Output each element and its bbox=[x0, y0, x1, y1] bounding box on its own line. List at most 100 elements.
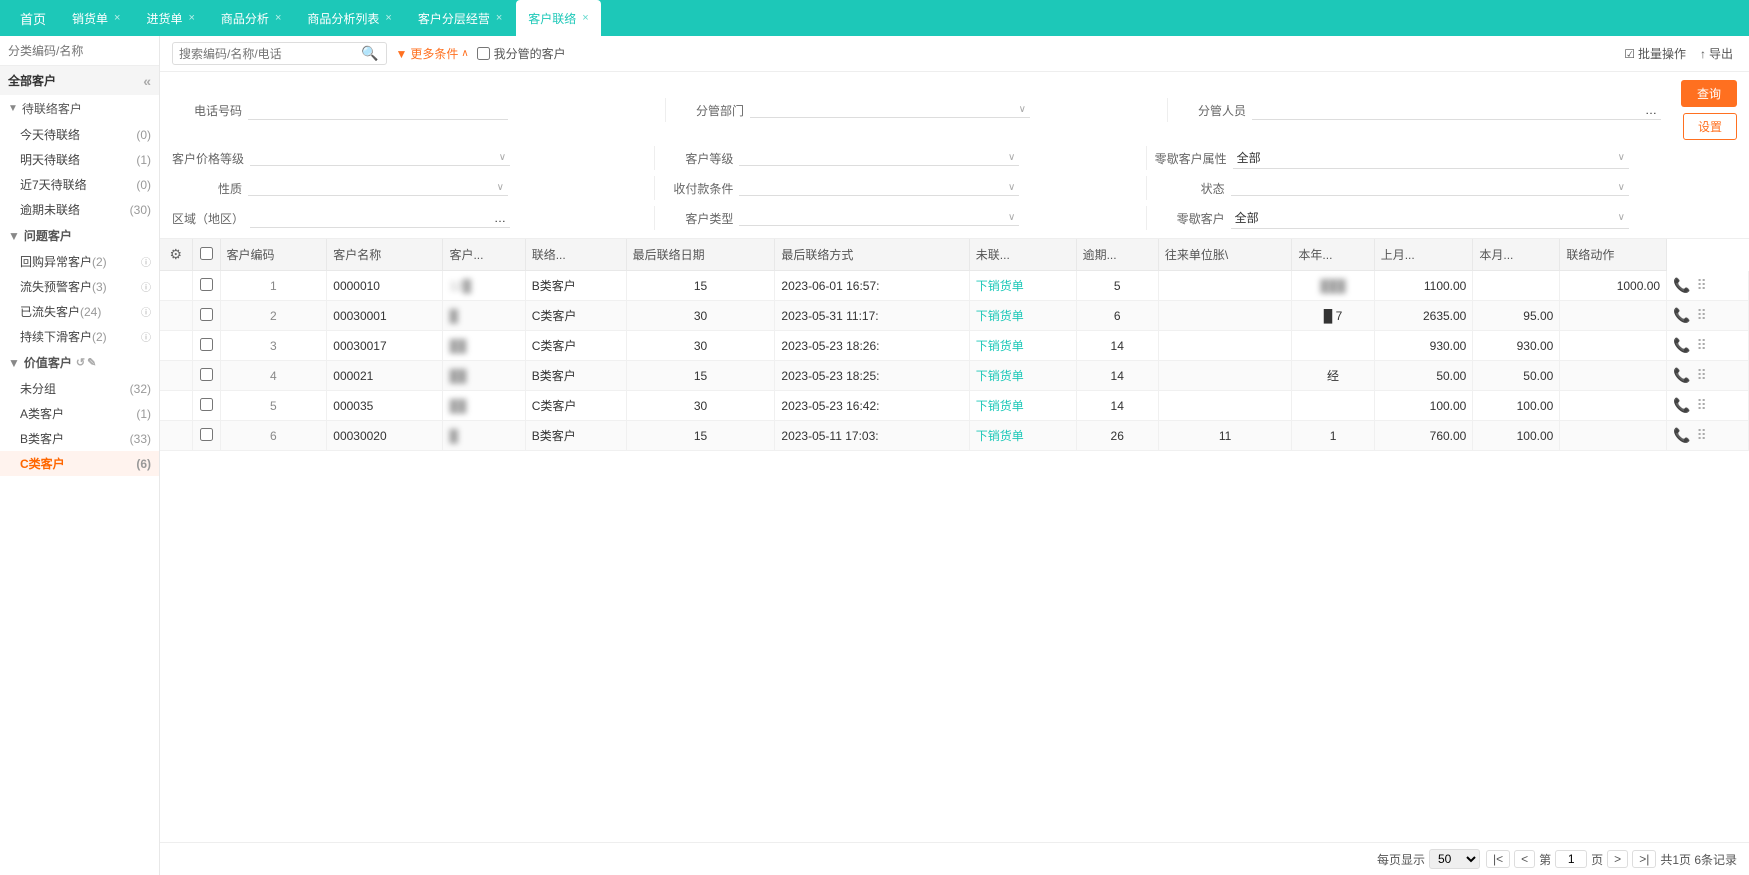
th-checkbox[interactable] bbox=[192, 239, 220, 271]
sidebar-item-declining[interactable]: 持续下滑客户(2) ⓘ bbox=[0, 324, 159, 349]
customer-type-select[interactable]: ∨ bbox=[739, 210, 1019, 226]
row-last-method-cell[interactable]: 下销货单 bbox=[969, 301, 1076, 331]
more-conditions-btn[interactable]: ▼ 更多条件 ∧ bbox=[395, 45, 468, 62]
manager-select[interactable]: … bbox=[1252, 101, 1661, 120]
sidebar-item-churned[interactable]: 已流失客户(24) ⓘ bbox=[0, 299, 159, 324]
batch-operation-btn[interactable]: ☑ 批量操作 bbox=[1620, 43, 1690, 64]
sidebar-collapse-icon[interactable]: « bbox=[143, 73, 151, 89]
retail-attr-select[interactable]: 全部 ∨ bbox=[1233, 147, 1629, 169]
row-checkbox[interactable] bbox=[200, 428, 213, 441]
page-input[interactable] bbox=[1555, 850, 1587, 868]
sidebar-group-value[interactable]: ▼ 价值客户 ↺ ✎ bbox=[0, 349, 159, 376]
row-last-method-cell[interactable]: 下销货单 bbox=[969, 361, 1076, 391]
row-last-method-cell[interactable]: 下销货单 bbox=[969, 421, 1076, 451]
more-action-icon[interactable]: ⠿ bbox=[1697, 427, 1707, 444]
row-checkbox-cell[interactable] bbox=[192, 271, 220, 301]
row-checkbox[interactable] bbox=[200, 338, 213, 351]
sidebar-search-box[interactable]: 🔍 bbox=[0, 36, 159, 66]
th-settings[interactable]: ⚙ bbox=[160, 239, 192, 271]
sidebar-item-overdue-pending[interactable]: 逾期未联络(30) bbox=[0, 197, 159, 222]
value-refresh-icon[interactable]: ↺ bbox=[76, 356, 85, 369]
sidebar-group-problem[interactable]: ▼ 问题客户 bbox=[0, 222, 159, 249]
my-customers-checkbox[interactable] bbox=[477, 47, 490, 60]
row-checkbox[interactable] bbox=[200, 278, 213, 291]
row-checkbox[interactable] bbox=[200, 308, 213, 321]
row-checkbox-cell[interactable] bbox=[192, 331, 220, 361]
phone-action-icon[interactable]: 📞 bbox=[1673, 397, 1690, 414]
export-btn[interactable]: ↑ 导出 bbox=[1696, 43, 1737, 64]
more-action-icon[interactable]: ⠿ bbox=[1697, 367, 1707, 384]
row-checkbox-cell[interactable] bbox=[192, 391, 220, 421]
search-box[interactable]: 🔍 bbox=[172, 42, 387, 65]
close-sales-icon[interactable]: × bbox=[114, 12, 120, 24]
row-contact-action-cell[interactable]: 📞 ⠿ bbox=[1667, 301, 1749, 331]
phone-action-icon[interactable]: 📞 bbox=[1673, 367, 1690, 384]
sidebar-search-input[interactable] bbox=[8, 44, 160, 58]
last-method-link[interactable]: 下销货单 bbox=[976, 279, 1024, 293]
row-last-method-cell[interactable]: 下销货单 bbox=[969, 331, 1076, 361]
area-select[interactable]: … bbox=[250, 209, 510, 228]
row-last-method-cell[interactable]: 下销货单 bbox=[969, 391, 1076, 421]
nav-purchase[interactable]: 进货单 × bbox=[134, 0, 206, 36]
sidebar-item-churn-warning[interactable]: 流失预警客户(3) ⓘ bbox=[0, 274, 159, 299]
nav-customer-contact[interactable]: 客户联络 × bbox=[516, 0, 600, 36]
row-checkbox-cell[interactable] bbox=[192, 361, 220, 391]
row-contact-action-cell[interactable]: 📞 ⠿ bbox=[1667, 421, 1749, 451]
phone-input[interactable] bbox=[248, 101, 508, 120]
sidebar-group-pending[interactable]: ▼ 待联络客户 bbox=[0, 95, 159, 122]
nature-select[interactable]: ∨ bbox=[248, 180, 508, 196]
row-checkbox[interactable] bbox=[200, 398, 213, 411]
row-checkbox[interactable] bbox=[200, 368, 213, 381]
sidebar-item-class-b[interactable]: B类客户(33) bbox=[0, 426, 159, 451]
payment-select[interactable]: ∨ bbox=[739, 180, 1019, 196]
close-purchase-icon[interactable]: × bbox=[188, 12, 194, 24]
dept-select[interactable]: ∨ bbox=[750, 102, 1030, 118]
nav-sales[interactable]: 销货单 × bbox=[60, 0, 132, 36]
phone-action-icon[interactable]: 📞 bbox=[1673, 307, 1690, 324]
close-analysis-list-icon[interactable]: × bbox=[385, 12, 391, 24]
more-action-icon[interactable]: ⠿ bbox=[1697, 277, 1707, 294]
last-method-link[interactable]: 下销货单 bbox=[976, 399, 1024, 413]
close-customer-tier-icon[interactable]: × bbox=[496, 12, 502, 24]
row-contact-action-cell[interactable]: 📞 ⠿ bbox=[1667, 271, 1749, 301]
column-settings-icon[interactable]: ⚙ bbox=[169, 246, 182, 262]
next-page-btn[interactable]: > bbox=[1607, 850, 1628, 868]
close-analysis-icon[interactable]: × bbox=[275, 12, 281, 24]
nav-home[interactable]: 首页 bbox=[8, 0, 58, 36]
last-page-btn[interactable]: >| bbox=[1632, 850, 1656, 868]
customer-price-level-select[interactable]: ∨ bbox=[250, 150, 510, 166]
last-method-link[interactable]: 下销货单 bbox=[976, 369, 1024, 383]
sidebar-item-class-a[interactable]: A类客户(1) bbox=[0, 401, 159, 426]
nav-customer-tier[interactable]: 客户分层经营 × bbox=[406, 0, 514, 36]
phone-action-icon[interactable]: 📞 bbox=[1673, 427, 1690, 444]
row-contact-action-cell[interactable]: 📞 ⠿ bbox=[1667, 331, 1749, 361]
nav-analysis-list[interactable]: 商品分析列表 × bbox=[295, 0, 403, 36]
select-all-checkbox[interactable] bbox=[200, 247, 213, 260]
value-edit-icon[interactable]: ✎ bbox=[87, 356, 96, 369]
my-customers-checkbox-label[interactable]: 我分管的客户 bbox=[477, 45, 566, 62]
sidebar-item-tomorrow-pending[interactable]: 明天待联络(1) bbox=[0, 147, 159, 172]
row-last-method-cell[interactable]: 下销货单 bbox=[969, 271, 1076, 301]
phone-action-icon[interactable]: 📞 bbox=[1673, 337, 1690, 354]
search-input[interactable] bbox=[179, 47, 359, 61]
search-button-icon[interactable]: 🔍 bbox=[359, 45, 380, 62]
sidebar-item-today-pending[interactable]: 今天待联络(0) bbox=[0, 122, 159, 147]
more-action-icon[interactable]: ⠿ bbox=[1697, 337, 1707, 354]
prev-page-btn[interactable]: < bbox=[1514, 850, 1535, 868]
settings-button[interactable]: 设置 bbox=[1683, 113, 1737, 140]
nav-analysis[interactable]: 商品分析 × bbox=[209, 0, 293, 36]
more-action-icon[interactable]: ⠿ bbox=[1697, 397, 1707, 414]
row-contact-action-cell[interactable]: 📞 ⠿ bbox=[1667, 391, 1749, 421]
last-method-link[interactable]: 下销货单 bbox=[976, 309, 1024, 323]
status-select[interactable]: ∨ bbox=[1231, 180, 1629, 196]
query-button[interactable]: 查询 bbox=[1681, 80, 1737, 107]
sidebar-item-abnormal-repurchase[interactable]: 回购异常客户(2) ⓘ bbox=[0, 249, 159, 274]
sidebar-item-class-c[interactable]: C类客户(6) bbox=[0, 451, 159, 476]
sidebar-item-unclassified[interactable]: 未分组(32) bbox=[0, 376, 159, 401]
sidebar-all-customers[interactable]: 全部客户 « bbox=[0, 66, 159, 95]
sidebar-item-7days-pending[interactable]: 近7天待联络(0) bbox=[0, 172, 159, 197]
customer-grade-select[interactable]: ∨ bbox=[739, 150, 1019, 166]
retail-select[interactable]: 全部 ∨ bbox=[1231, 207, 1629, 229]
page-size-select[interactable]: 50 100 200 bbox=[1429, 849, 1480, 869]
last-method-link[interactable]: 下销货单 bbox=[976, 429, 1024, 443]
